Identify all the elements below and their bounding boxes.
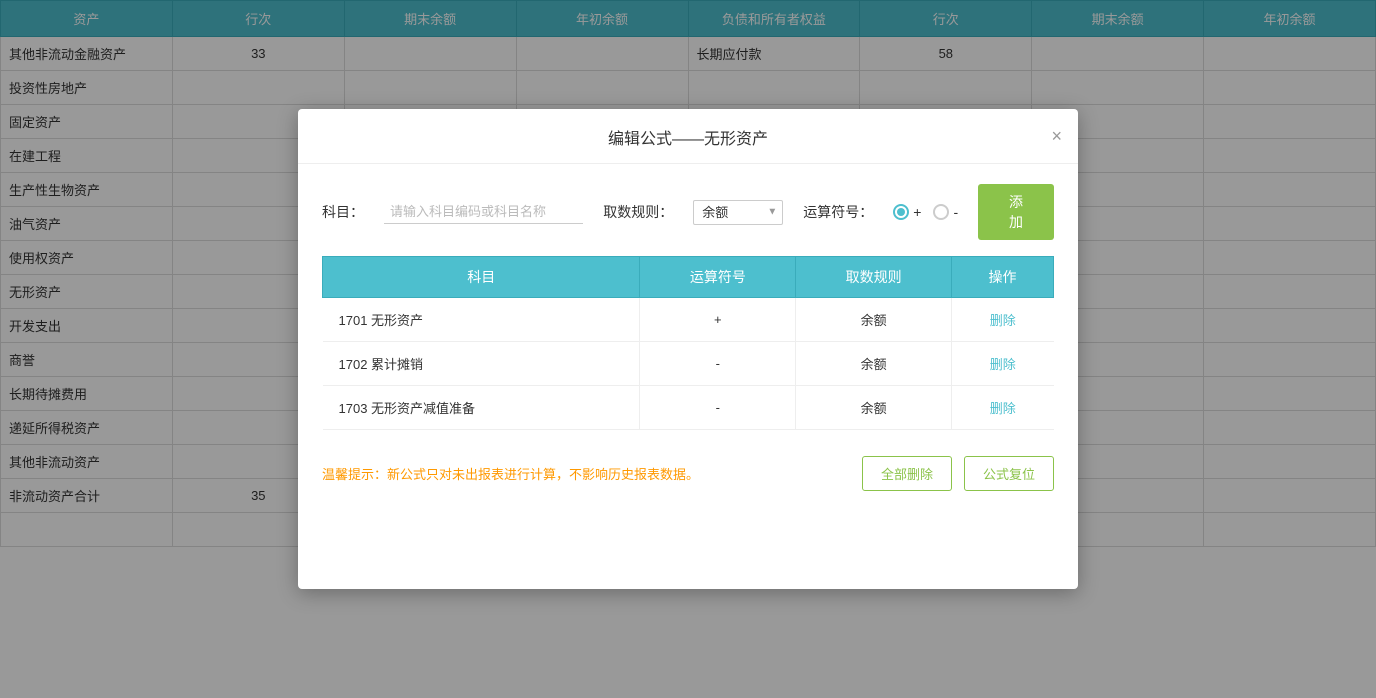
table-row: 1703 无形资产减值准备-余额 删除 — [323, 386, 1054, 430]
formula-rule: 余额 — [796, 298, 952, 342]
delete-row-button[interactable]: 删除 — [990, 310, 1016, 329]
radio-minus-label: - — [953, 204, 958, 220]
formula-rule: 余额 — [796, 342, 952, 386]
formula-operator: - — [640, 342, 796, 386]
formula-table: 科目 运算符号 取数规则 操作 1701 无形资产+余额删除1702 累计摊销-… — [322, 256, 1054, 430]
modal-title: 编辑公式——无形资产 — [608, 131, 768, 148]
modal-footer: 温馨提示：新公式只对未出报表进行计算，不影响历史报表数据。 全部删除 公式复位 — [298, 440, 1078, 507]
subject-label: 科目： — [322, 202, 364, 222]
formula-action: 删除 — [952, 298, 1054, 342]
formula-operator: - — [640, 386, 796, 430]
formula-action: 删除 — [952, 386, 1054, 430]
radio-plus[interactable]: + — [893, 204, 921, 220]
radio-plus-label: + — [913, 204, 921, 220]
hint-text: 温馨提示：新公式只对未出报表进行计算，不影响历史报表数据。 — [322, 464, 699, 483]
delete-row-button[interactable]: 删除 — [990, 398, 1016, 417]
modal-close-button[interactable]: × — [1051, 127, 1062, 145]
fetch-rule-label: 取数规则： — [603, 202, 673, 222]
formula-action: 删除 — [952, 342, 1054, 386]
radio-minus[interactable]: - — [933, 204, 958, 220]
radio-plus-circle — [893, 204, 909, 220]
modal-header: 编辑公式——无形资产 × — [298, 109, 1078, 164]
formula-subject: 1703 无形资产减值准备 — [323, 386, 640, 430]
th-subject: 科目 — [323, 257, 640, 298]
delete-row-button[interactable]: 删除 — [990, 354, 1016, 373]
th-action: 操作 — [952, 257, 1054, 298]
table-row: 1702 累计摊销-余额 删除 — [323, 342, 1054, 386]
th-operator: 运算符号 — [640, 257, 796, 298]
operator-label: 运算符号： — [803, 202, 873, 222]
data-table-wrapper: 科目 运算符号 取数规则 操作 1701 无形资产+余额删除1702 累计摊销-… — [298, 256, 1078, 430]
formula-operator: + — [640, 298, 796, 342]
footer-buttons: 全部删除 公式复位 — [862, 456, 1054, 491]
formula-form: 科目： 取数规则： 余额 借方 贷方 ▼ 运算符号： + - — [298, 164, 1078, 256]
formula-subject: 1702 累计摊销 — [323, 342, 640, 386]
th-rule: 取数规则 — [796, 257, 952, 298]
formula-subject: 1701 无形资产 — [323, 298, 640, 342]
table-header-row: 科目 运算符号 取数规则 操作 — [323, 257, 1054, 298]
fetch-rule-select-wrapper: 余额 借方 贷方 ▼ — [693, 200, 783, 225]
reset-formula-button[interactable]: 公式复位 — [964, 456, 1054, 491]
add-button[interactable]: 添加 — [978, 184, 1054, 240]
radio-minus-circle — [933, 204, 949, 220]
modal-overlay: 编辑公式——无形资产 × 科目： 取数规则： 余额 借方 贷方 ▼ 运算符号： … — [0, 0, 1376, 698]
modal-dialog: 编辑公式——无形资产 × 科目： 取数规则： 余额 借方 贷方 ▼ 运算符号： … — [298, 109, 1078, 589]
fetch-rule-select[interactable]: 余额 借方 贷方 — [693, 200, 783, 225]
subject-input[interactable] — [384, 200, 583, 224]
operator-radio-group: + - — [893, 204, 958, 220]
table-row: 1701 无形资产+余额 删除 — [323, 298, 1054, 342]
formula-rule: 余额 — [796, 386, 952, 430]
delete-all-button[interactable]: 全部删除 — [862, 456, 952, 491]
